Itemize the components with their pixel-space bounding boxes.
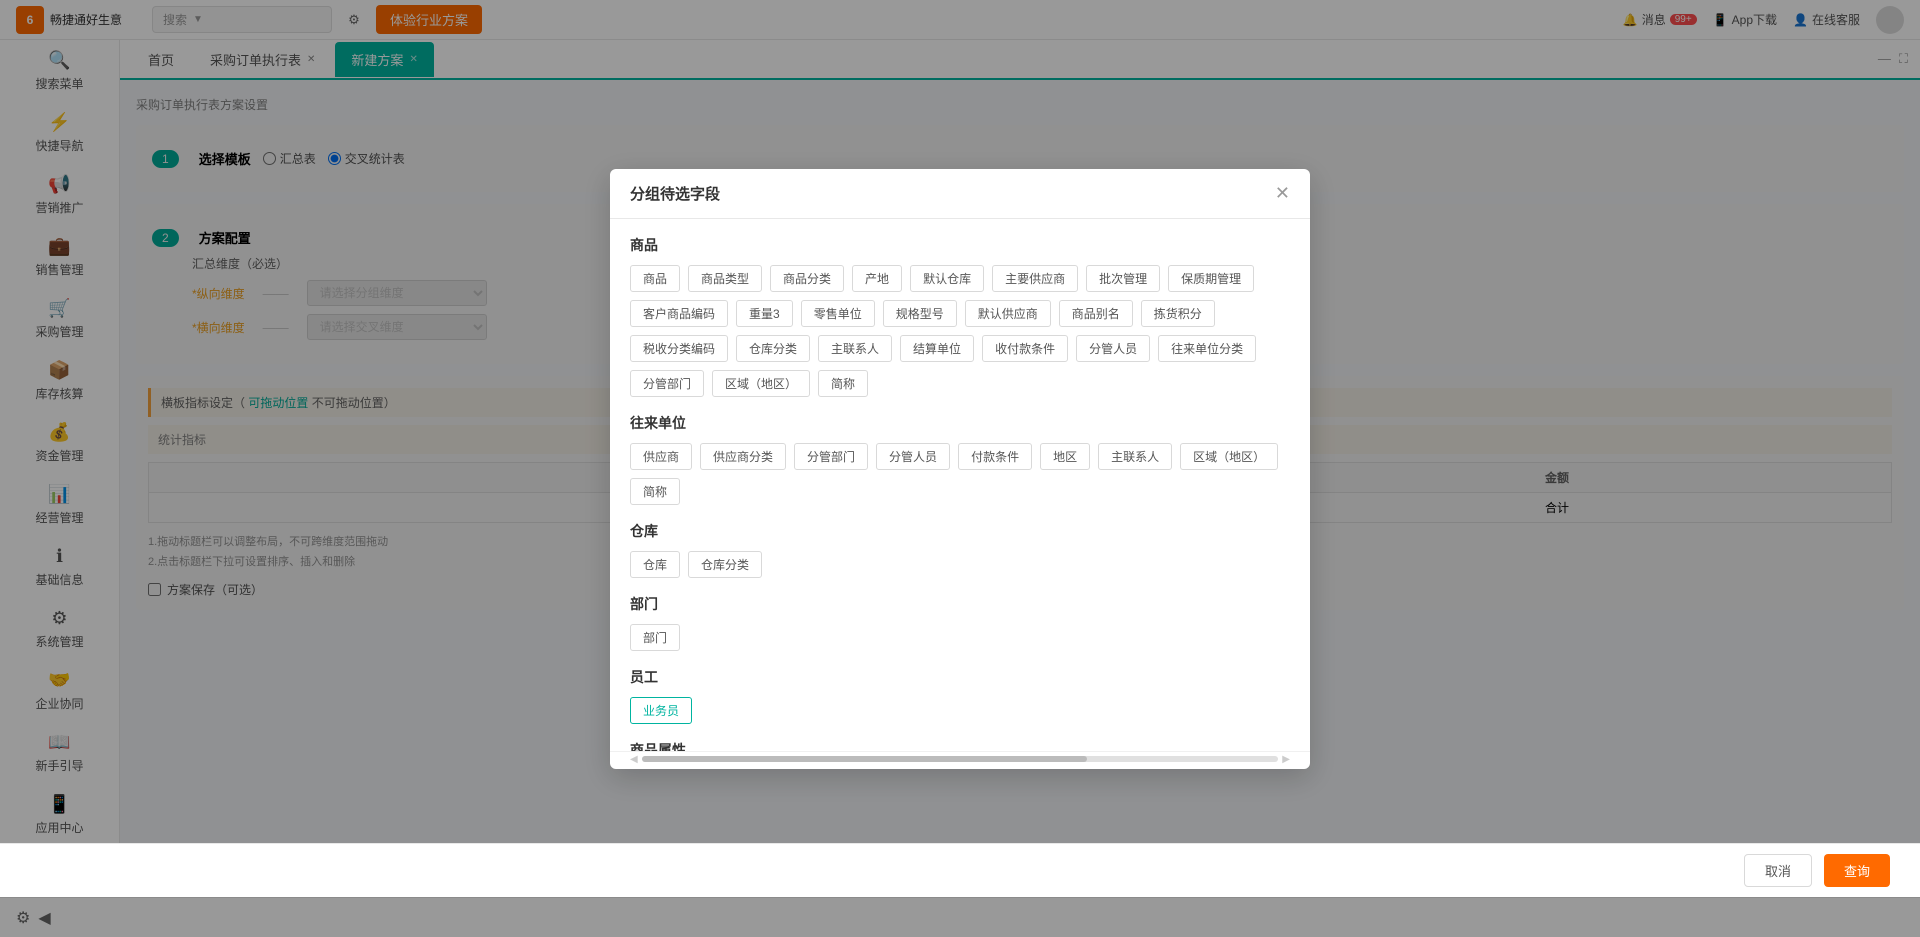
section-goods-title: 商品 bbox=[630, 235, 1290, 255]
field-tag[interactable]: 部门 bbox=[630, 624, 680, 651]
field-tag[interactable]: 重量3 bbox=[736, 300, 793, 327]
dialog-close-button[interactable]: ✕ bbox=[1275, 183, 1290, 204]
section-partner-fields: 供应商 供应商分类 分管部门 分管人员 付款条件 地区 主联系人 区域（地区） … bbox=[630, 443, 1290, 505]
field-tag[interactable]: 付款条件 bbox=[958, 443, 1032, 470]
field-tag[interactable]: 往来单位分类 bbox=[1158, 335, 1256, 362]
field-tag[interactable]: 保质期管理 bbox=[1168, 265, 1254, 292]
field-tag[interactable]: 主联系人 bbox=[1098, 443, 1172, 470]
dialog-overlay: 分组待选字段 ✕ 商品 商品 商品类型 商品分类 产地 默认仓库 主要供应商 批… bbox=[0, 0, 1920, 937]
field-tag[interactable]: 简称 bbox=[630, 478, 680, 505]
section-goods-attr-title: 商品属性 bbox=[630, 740, 1290, 751]
section-warehouse-title: 仓库 bbox=[630, 521, 1290, 541]
field-tag[interactable]: 商品别名 bbox=[1059, 300, 1133, 327]
field-tag[interactable]: 产地 bbox=[852, 265, 902, 292]
field-tag[interactable]: 商品分类 bbox=[770, 265, 844, 292]
dialog-footer: 取消 查询 bbox=[0, 843, 1920, 897]
field-tag[interactable]: 供应商分类 bbox=[700, 443, 786, 470]
dialog-title: 分组待选字段 bbox=[630, 183, 720, 204]
section-dept-title: 部门 bbox=[630, 594, 1290, 614]
field-tag[interactable]: 主联系人 bbox=[818, 335, 892, 362]
confirm-button[interactable]: 查询 bbox=[1824, 854, 1890, 887]
field-tag[interactable]: 分管部门 bbox=[630, 370, 704, 397]
field-tag[interactable]: 拣货积分 bbox=[1141, 300, 1215, 327]
field-tag[interactable]: 分管人员 bbox=[876, 443, 950, 470]
dialog-body[interactable]: 商品 商品 商品类型 商品分类 产地 默认仓库 主要供应商 批次管理 保质期管理… bbox=[610, 219, 1310, 751]
section-warehouse-fields: 仓库 仓库分类 bbox=[630, 551, 1290, 578]
dialog: 分组待选字段 ✕ 商品 商品 商品类型 商品分类 产地 默认仓库 主要供应商 批… bbox=[610, 169, 1310, 769]
field-tag[interactable]: 结算单位 bbox=[900, 335, 974, 362]
scrollbar-thumb bbox=[642, 756, 1088, 762]
section-goods-fields: 商品 商品类型 商品分类 产地 默认仓库 主要供应商 批次管理 保质期管理 客户… bbox=[630, 265, 1290, 397]
field-tag[interactable]: 规格型号 bbox=[883, 300, 957, 327]
field-tag[interactable]: 分管人员 bbox=[1076, 335, 1150, 362]
field-tag[interactable]: 业务员 bbox=[630, 697, 692, 724]
field-tag[interactable]: 分管部门 bbox=[794, 443, 868, 470]
field-tag[interactable]: 区域（地区） bbox=[1180, 443, 1278, 470]
field-tag[interactable]: 地区 bbox=[1040, 443, 1090, 470]
field-tag[interactable]: 批次管理 bbox=[1086, 265, 1160, 292]
field-tag[interactable]: 税收分类编码 bbox=[630, 335, 728, 362]
section-staff-fields: 业务员 bbox=[630, 697, 1290, 724]
horizontal-scrollbar[interactable] bbox=[642, 756, 1279, 762]
field-tag[interactable]: 商品类型 bbox=[688, 265, 762, 292]
field-tag[interactable]: 主要供应商 bbox=[992, 265, 1078, 292]
cancel-button[interactable]: 取消 bbox=[1744, 854, 1812, 887]
field-tag[interactable]: 仓库分类 bbox=[736, 335, 810, 362]
field-tag[interactable]: 供应商 bbox=[630, 443, 692, 470]
field-tag[interactable]: 仓库分类 bbox=[688, 551, 762, 578]
dialog-scroll-bar-row: ◀ ▶ bbox=[610, 751, 1310, 769]
field-tag[interactable]: 客户商品编码 bbox=[630, 300, 728, 327]
field-tag[interactable]: 区域（地区） bbox=[712, 370, 810, 397]
field-tag[interactable]: 收付款条件 bbox=[982, 335, 1068, 362]
section-partner-title: 往来单位 bbox=[630, 413, 1290, 433]
field-tag[interactable]: 仓库 bbox=[630, 551, 680, 578]
field-tag[interactable]: 默认供应商 bbox=[965, 300, 1051, 327]
field-tag[interactable]: 简称 bbox=[818, 370, 868, 397]
field-tag[interactable]: 商品 bbox=[630, 265, 680, 292]
field-tag[interactable]: 默认仓库 bbox=[910, 265, 984, 292]
section-dept-fields: 部门 bbox=[630, 624, 1290, 651]
section-staff-title: 员工 bbox=[630, 667, 1290, 687]
dialog-header: 分组待选字段 ✕ bbox=[610, 169, 1310, 219]
field-tag[interactable]: 零售单位 bbox=[801, 300, 875, 327]
